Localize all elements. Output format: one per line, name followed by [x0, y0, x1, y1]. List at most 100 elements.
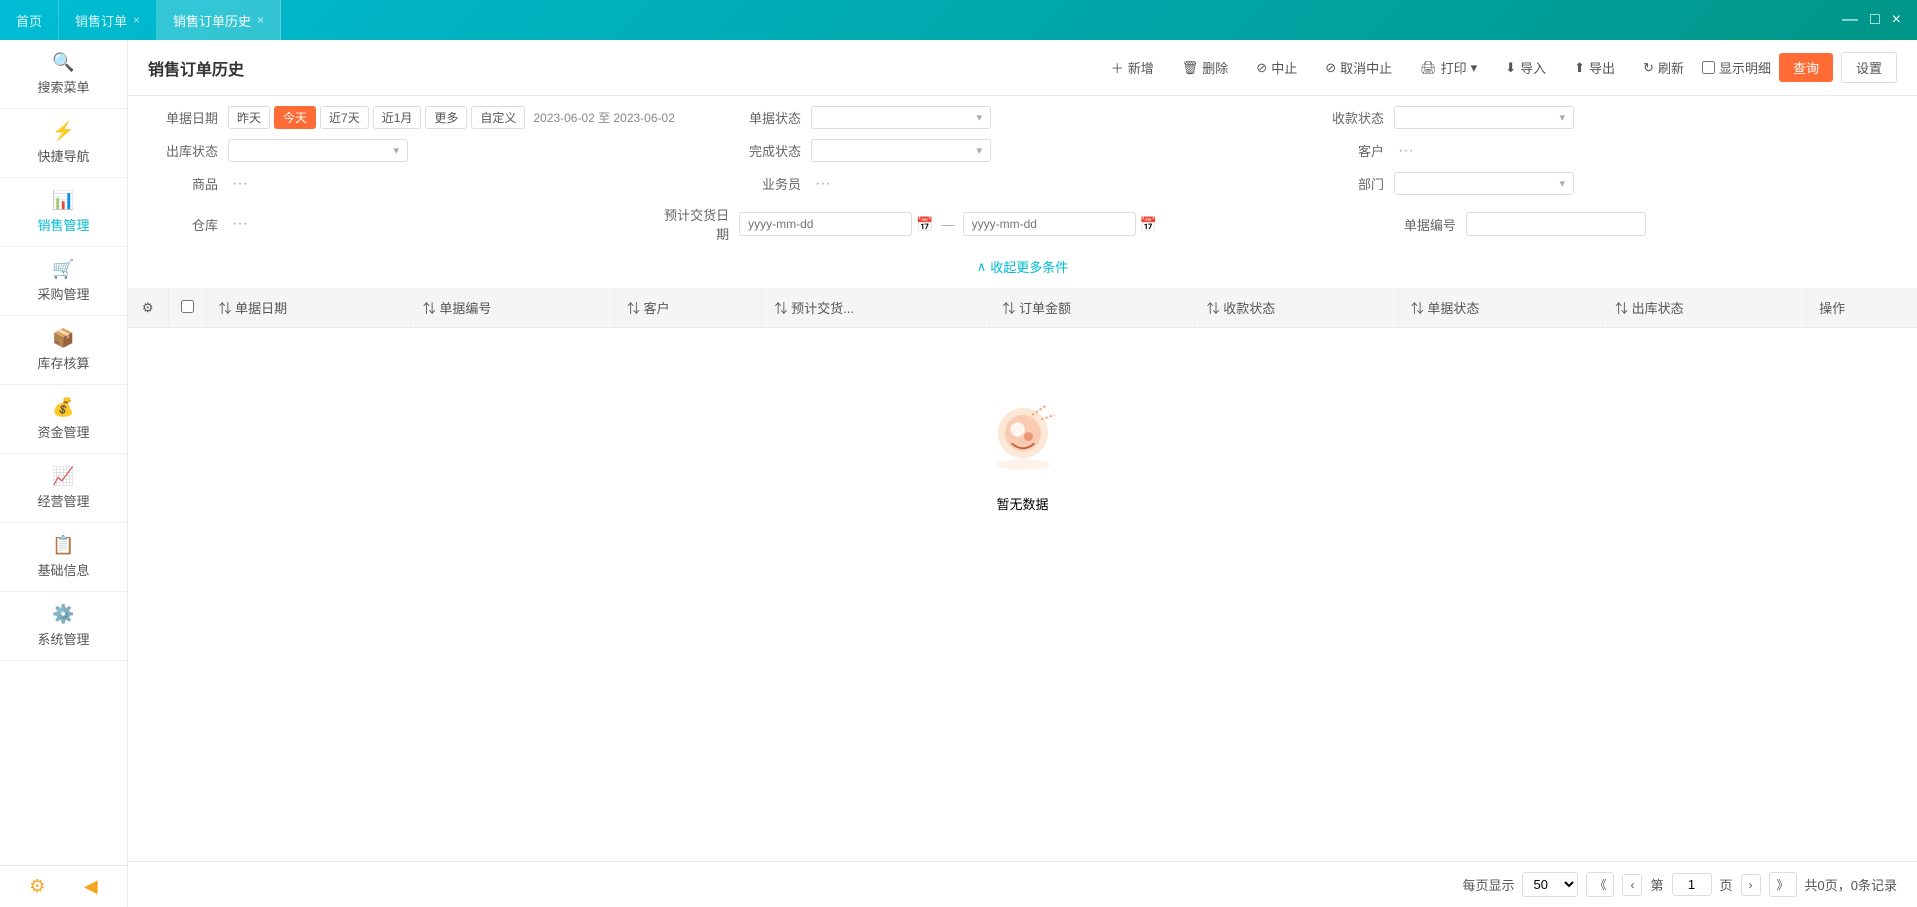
sidebar-item-inventory-label: 库存核算 [37, 353, 89, 372]
product-dots-btn[interactable]: ··· [228, 175, 252, 193]
order-status-select[interactable]: ▾ [811, 106, 991, 129]
date-control: 昨天 今天 近7天 近1月 更多 自定义 2023-06-02 至 2023-0… [228, 106, 731, 129]
sidebar-item-purchase-mgmt[interactable]: 🛒 采购管理 [0, 247, 127, 316]
sidebar-item-search-menu[interactable]: 🔍 搜索菜单 [0, 40, 127, 109]
filter-row-4: 仓库 ··· 预计交货日期 📅 — 📅 单据编号 [148, 205, 1897, 243]
cancel-stop-btn[interactable]: ⊘ 取消中止 [1315, 53, 1402, 82]
page-next-btn[interactable]: › [1741, 874, 1761, 896]
completion-status-select[interactable]: ▾ [811, 139, 991, 162]
sort-payment-icon: ⇅ [1207, 301, 1220, 316]
order-number-input[interactable] [1466, 212, 1646, 236]
sidebar-item-operation[interactable]: 📈 经营管理 [0, 454, 127, 523]
page-first-btn[interactable]: 《 [1586, 872, 1614, 897]
base-info-icon: 📋 [52, 535, 74, 556]
expected-date-label: 预计交货日期 [659, 205, 739, 243]
salesperson-dots-btn[interactable]: ··· [811, 175, 835, 193]
sidebar-item-inventory[interactable]: 📦 库存核算 [0, 316, 127, 385]
order-number-label: 单据编号 [1386, 215, 1466, 234]
sort-amount-icon: ⇅ [1002, 301, 1015, 316]
th-customer[interactable]: ⇅ 客户 [614, 288, 762, 328]
sidebar-item-quick-nav[interactable]: ⚡ 快捷导航 [0, 109, 127, 178]
stop-btn[interactable]: ⊘ 中止 [1246, 53, 1307, 82]
th-action: 操作 [1807, 288, 1917, 328]
page-jump-word: 第 [1650, 875, 1663, 894]
tab-sales-order[interactable]: 销售订单 × [59, 0, 157, 40]
payment-status-select[interactable]: ▾ [1394, 106, 1574, 129]
sort-orderstatus-icon: ⇅ [1411, 301, 1424, 316]
export-btn[interactable]: ⬆ 导出 [1564, 53, 1625, 82]
date-custom-btn[interactable]: 自定义 [471, 106, 525, 129]
refresh-label: 刷新 [1658, 58, 1684, 77]
collapse-row[interactable]: ∧ 收起更多条件 [148, 253, 1897, 282]
calendar-to-icon[interactable]: 📅 [1140, 216, 1157, 233]
empty-state: 暂无数据 [128, 328, 1917, 573]
salesperson-control: ··· [811, 175, 1314, 193]
import-label: 导入 [1520, 58, 1546, 77]
search-menu-icon: 🔍 [52, 52, 74, 73]
th-gear[interactable]: ⚙ [128, 288, 168, 328]
topbar-tabs: 首页 销售订单 × 销售订单历史 × [0, 0, 1826, 40]
sidebar-item-base-info[interactable]: 📋 基础信息 [0, 523, 127, 592]
department-control: ▾ [1394, 172, 1897, 195]
customer-dots-btn[interactable]: ··· [1394, 142, 1418, 160]
sidebar-item-system-mgmt-label: 系统管理 [37, 629, 89, 648]
expected-date-from[interactable] [739, 212, 912, 236]
window-min-btn[interactable]: — [1842, 11, 1858, 29]
date-today-btn[interactable]: 今天 [274, 106, 316, 129]
print-icon: 🖨 [1420, 60, 1437, 76]
date-more-btn[interactable]: 更多 [425, 106, 467, 129]
sidebar-settings-icon[interactable]: ⚙ [29, 876, 45, 897]
delete-btn[interactable]: 🗑 删除 [1172, 53, 1239, 82]
tab-sales-order-close[interactable]: × [133, 13, 140, 27]
new-btn[interactable]: ＋ 新增 [1101, 53, 1164, 82]
show-detail-checkbox[interactable] [1702, 61, 1715, 74]
topbar-right: — □ × [1826, 11, 1917, 29]
select-all-checkbox[interactable] [181, 300, 194, 313]
main-layout: 🔍 搜索菜单 ⚡ 快捷导航 📊 销售管理 🛒 采购管理 📦 库存核算 💰 资金管… [0, 40, 1917, 907]
date-7days-btn[interactable]: 近7天 [320, 106, 369, 129]
delivery-status-select[interactable]: ▾ [228, 139, 408, 162]
th-date[interactable]: ⇅ 单据日期 [206, 288, 410, 328]
refresh-btn[interactable]: ↻ 刷新 [1633, 53, 1694, 82]
tab-home[interactable]: 首页 [0, 0, 59, 40]
th-order-no[interactable]: ⇅ 单据编号 [410, 288, 614, 328]
completion-status-chevron-icon: ▾ [976, 144, 982, 157]
sidebar: 🔍 搜索菜单 ⚡ 快捷导航 📊 销售管理 🛒 采购管理 📦 库存核算 💰 资金管… [0, 40, 128, 907]
sidebar-item-sales-mgmt[interactable]: 📊 销售管理 [0, 178, 127, 247]
th-payment-status[interactable]: ⇅ 收款状态 [1194, 288, 1398, 328]
department-select[interactable]: ▾ [1394, 172, 1574, 195]
th-amount[interactable]: ⇅ 订单金额 [990, 288, 1194, 328]
sidebar-item-finance[interactable]: 💰 资金管理 [0, 385, 127, 454]
expected-date-to[interactable] [963, 212, 1136, 236]
purchase-mgmt-icon: 🛒 [52, 259, 74, 280]
sidebar-bottom: ⚙ ◀ [0, 865, 127, 907]
page-prev-btn[interactable]: ‹ [1622, 874, 1642, 896]
sidebar-item-system-mgmt[interactable]: ⚙️ 系统管理 [0, 592, 127, 661]
date-sep: — [938, 217, 959, 232]
delivery-status-chevron-icon: ▾ [393, 144, 399, 157]
import-btn[interactable]: ⬇ 导入 [1495, 53, 1556, 82]
delete-label: 删除 [1202, 58, 1228, 77]
th-check[interactable] [168, 288, 206, 328]
date-label: 单据日期 [148, 108, 228, 127]
window-max-btn[interactable]: □ [1870, 11, 1880, 29]
warehouse-control: ··· [228, 215, 659, 233]
page-last-btn[interactable]: 》 [1769, 872, 1797, 897]
page-size-select[interactable]: 50 20 100 [1522, 872, 1578, 897]
tab-sales-order-history[interactable]: 销售订单历史 × [157, 0, 281, 40]
print-btn[interactable]: 🖨 打印 ▾ [1410, 53, 1487, 82]
date-yesterday-btn[interactable]: 昨天 [228, 106, 270, 129]
tab-sales-order-history-close[interactable]: × [257, 13, 264, 27]
th-expected-delivery[interactable]: ⇅ 预计交货... [762, 288, 990, 328]
th-order-status[interactable]: ⇅ 单据状态 [1398, 288, 1602, 328]
sidebar-collapse-icon[interactable]: ◀ [84, 876, 98, 897]
query-btn[interactable]: 查询 [1779, 53, 1833, 82]
warehouse-dots-btn[interactable]: ··· [228, 215, 252, 233]
th-delivery-status[interactable]: ⇅ 出库状态 [1603, 288, 1807, 328]
page-input[interactable] [1672, 873, 1712, 896]
export-icon: ⬆ [1574, 60, 1585, 76]
window-close-btn[interactable]: × [1892, 11, 1901, 29]
date-1month-btn[interactable]: 近1月 [373, 106, 422, 129]
settings-btn[interactable]: 设置 [1841, 52, 1897, 83]
calendar-from-icon[interactable]: 📅 [916, 216, 933, 233]
